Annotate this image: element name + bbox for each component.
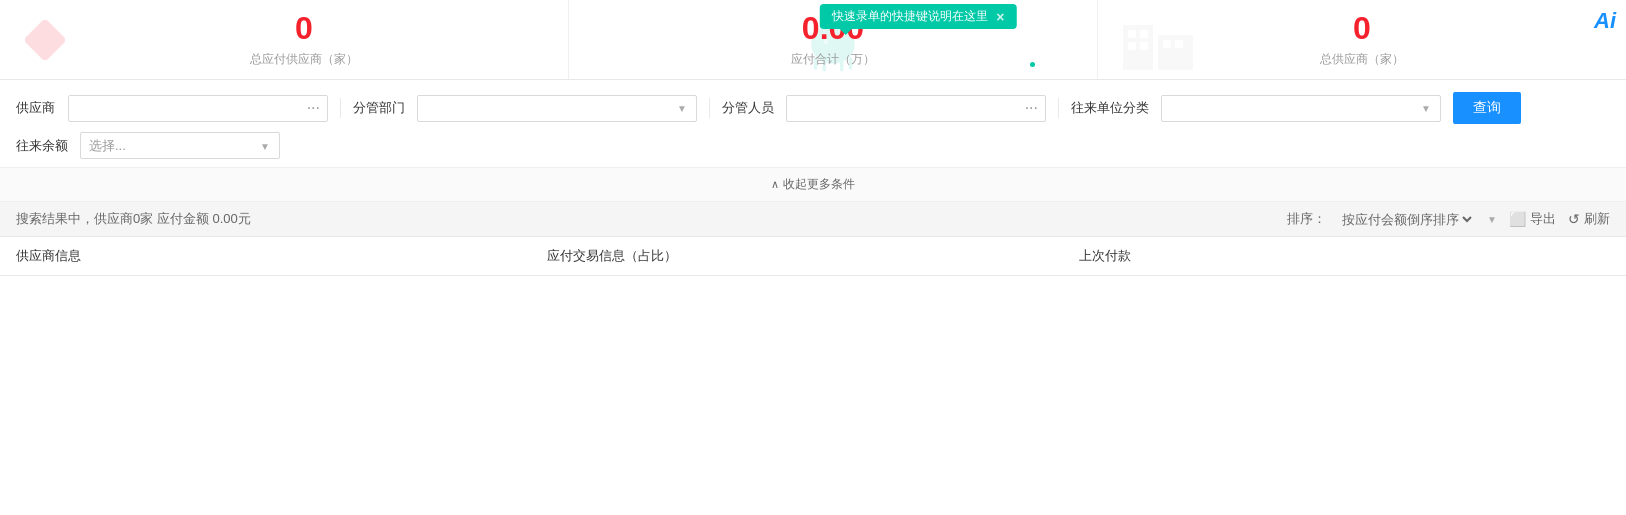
building-icon [1118, 10, 1198, 70]
svg-rect-17 [1175, 40, 1183, 48]
person-input[interactable] [786, 95, 1046, 122]
table-body [0, 276, 1626, 476]
table-header: 供应商信息 应付交易信息（占比） 上次付款 [0, 237, 1626, 276]
svg-rect-13 [1140, 30, 1148, 38]
stats-bar: ★ 0 总应付供应商（家） 0.00 应付合计（万） 快速录单的快捷键说明在这里… [0, 0, 1626, 80]
tooltip-bubble: 快速录单的快捷键说明在这里 × [820, 4, 1016, 29]
divider-3 [1058, 98, 1059, 118]
collapse-chevron-icon: ∧ [771, 178, 779, 191]
refresh-icon: ↺ [1568, 211, 1580, 227]
category-select[interactable] [1161, 95, 1441, 122]
svg-rect-10 [1123, 25, 1153, 70]
col-transaction-header: 应付交易信息（占比） [547, 247, 1078, 265]
tooltip-text: 快速录单的快捷键说明在这里 [832, 8, 988, 25]
payable-total-label: 应付合计（万） [791, 51, 875, 68]
filter-row-1: 供应商 ··· 分管部门 ▼ 分管人员 ··· 往来单位分类 ▼ [16, 92, 1610, 124]
balance-select-wrap: 选择... ▼ [80, 132, 280, 159]
results-summary: 搜索结果中，供应商0家 应付金额 0.00元 [16, 210, 251, 228]
col-lastpay-header: 上次付款 [1079, 247, 1610, 265]
category-label: 往来单位分类 [1071, 99, 1149, 117]
svg-rect-16 [1163, 40, 1171, 48]
diamond-icon: ★ [20, 15, 70, 65]
svg-text:★: ★ [40, 34, 51, 48]
department-select-wrap: ▼ [417, 95, 697, 122]
collapse-button[interactable]: ∧ 收起更多条件 [759, 174, 867, 195]
sort-label: 排序： [1287, 210, 1326, 228]
department-label: 分管部门 [353, 99, 405, 117]
tooltip-indicator-dot [1028, 60, 1037, 69]
export-icon: ⬜ [1509, 211, 1526, 227]
supplier-input-wrap: ··· [68, 95, 328, 122]
ai-label: Ai [1594, 10, 1616, 32]
divider-1 [340, 98, 341, 118]
refresh-button[interactable]: ↺ 刷新 [1568, 210, 1610, 228]
refresh-label: 刷新 [1584, 210, 1610, 228]
balance-label: 往来余额 [16, 137, 68, 155]
payable-suppliers-number: 0 [295, 11, 313, 46]
results-bar: 搜索结果中，供应商0家 应付金额 0.00元 排序： 按应付会额倒序排序 ▼ ⬜… [0, 202, 1626, 237]
department-select[interactable] [417, 95, 697, 122]
sort-arrow-icon: ▼ [1487, 214, 1497, 225]
export-label: 导出 [1530, 210, 1556, 228]
stat-payable-suppliers: ★ 0 总应付供应商（家） [0, 0, 569, 79]
collapse-bar: ∧ 收起更多条件 [0, 168, 1626, 202]
category-select-wrap: ▼ [1161, 95, 1441, 122]
svg-rect-12 [1128, 30, 1136, 38]
supplier-dots[interactable]: ··· [307, 99, 320, 117]
filter-row-2: 往来余额 选择... ▼ [16, 132, 1610, 159]
stat-total-suppliers: 0 总供应商（家） Ai [1098, 0, 1626, 79]
tooltip-close-button[interactable]: × [996, 9, 1004, 25]
balance-select[interactable]: 选择... [80, 132, 280, 159]
export-button[interactable]: ⬜ 导出 [1509, 210, 1556, 228]
supplier-label: 供应商 [16, 99, 56, 117]
svg-rect-15 [1140, 42, 1148, 50]
results-actions: 排序： 按应付会额倒序排序 ▼ ⬜ 导出 ↺ 刷新 [1287, 210, 1610, 228]
query-button[interactable]: 查询 [1453, 92, 1521, 124]
ai-badge[interactable]: Ai [1594, 10, 1616, 32]
stat-payable-total: 0.00 应付合计（万） 快速录单的快捷键说明在这里 × [569, 0, 1098, 79]
total-suppliers-label: 总供应商（家） [1320, 51, 1404, 68]
person-input-wrap: ··· [786, 95, 1046, 122]
payable-suppliers-label: 总应付供应商（家） [250, 51, 358, 68]
divider-2 [709, 98, 710, 118]
filter-area: 供应商 ··· 分管部门 ▼ 分管人员 ··· 往来单位分类 ▼ [0, 80, 1626, 168]
svg-rect-14 [1128, 42, 1136, 50]
person-dots[interactable]: ··· [1025, 99, 1038, 117]
person-label: 分管人员 [722, 99, 774, 117]
collapse-label: 收起更多条件 [783, 176, 855, 193]
supplier-input[interactable] [68, 95, 328, 122]
total-suppliers-number: 0 [1353, 11, 1371, 46]
col-supplier-header: 供应商信息 [16, 247, 547, 265]
sort-select[interactable]: 按应付会额倒序排序 [1338, 211, 1475, 228]
